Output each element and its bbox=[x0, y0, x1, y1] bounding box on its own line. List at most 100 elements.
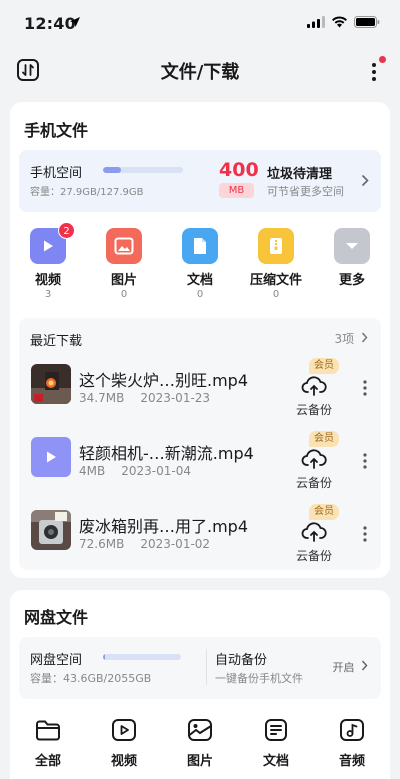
category-video[interactable]: 2 视频 3 bbox=[18, 222, 78, 300]
tab-label: 图片 bbox=[186, 754, 213, 769]
more-vertical-icon[interactable] bbox=[363, 453, 367, 469]
file-date: 2023-01-02 bbox=[140, 537, 211, 551]
list-item[interactable]: 轻颜相机-…新潮流.mp4 4MB 2023-01-04 云备份 会员 bbox=[19, 428, 381, 500]
image-icon bbox=[188, 719, 212, 741]
more-vertical-icon[interactable] bbox=[363, 526, 367, 542]
vip-badge: 会员 bbox=[309, 431, 339, 447]
video-thumbnail bbox=[31, 364, 71, 404]
cloud-upload-icon bbox=[301, 449, 327, 469]
cloud-upload-icon bbox=[301, 522, 327, 542]
chevron-right-icon bbox=[361, 332, 368, 343]
vip-badge: 会员 bbox=[309, 358, 339, 374]
chevron-right-icon bbox=[361, 660, 368, 671]
trash-subtitle: 可节省更多空间 bbox=[267, 185, 344, 198]
list-item[interactable]: 这个柴火炉…别旺.mp4 34.7MB 2023-01-23 云备份 会员 bbox=[19, 355, 381, 427]
phone-files-card: 手机文件 手机空间 容量：27.9GB/127.9GB 400 MB 垃圾待清理… bbox=[10, 102, 390, 578]
bottom-category-tabs: 全部 视频 图片 文档 音频 bbox=[10, 712, 390, 779]
file-size: 34.7MB bbox=[79, 391, 125, 405]
folder-icon bbox=[36, 720, 60, 741]
phone-files-title: 手机文件 bbox=[24, 121, 89, 140]
cloud-storage-fill bbox=[103, 654, 105, 660]
more-icon bbox=[334, 228, 370, 264]
more-vertical-icon[interactable] bbox=[363, 380, 367, 396]
recent-downloads-more[interactable]: 3项 bbox=[335, 330, 368, 347]
cloud-storage-panel: 网盘空间 容量：43.6GB/2055GB 自动备份 一键备份手机文件 开启 bbox=[19, 637, 381, 699]
video-badge: 2 bbox=[58, 222, 75, 239]
phone-storage-capacity: 容量：27.9GB/127.9GB bbox=[30, 187, 144, 198]
file-date: 2023-01-04 bbox=[121, 464, 191, 478]
auto-backup-title: 自动备份 bbox=[215, 653, 268, 668]
tab-label: 视频 bbox=[110, 754, 137, 769]
file-size: 4MB bbox=[79, 464, 106, 478]
category-grid: 2 视频 3 图片 0 文档 0 压缩文件 0 更多 bbox=[10, 222, 390, 304]
enable-auto-backup-button[interactable]: 开启 bbox=[333, 659, 369, 675]
tab-all[interactable]: 全部 bbox=[20, 718, 76, 769]
category-archive[interactable]: 压缩文件 0 bbox=[246, 228, 306, 300]
vip-badge: 会员 bbox=[309, 504, 339, 520]
video-icon: 2 bbox=[30, 222, 75, 264]
phone-storage-fill bbox=[103, 167, 121, 173]
status-bar: 12:40 bbox=[0, 0, 400, 48]
category-name: 压缩文件 bbox=[249, 273, 302, 288]
tab-video[interactable]: 视频 bbox=[96, 718, 152, 769]
phone-storage-bar bbox=[103, 167, 183, 173]
tab-audio[interactable]: 音频 bbox=[324, 718, 380, 769]
page-header: 文件/下载 bbox=[0, 48, 400, 92]
cloud-storage-capacity: 容量：43.6GB/2055GB bbox=[30, 672, 152, 685]
cloud-backup-label: 云备份 bbox=[295, 549, 332, 563]
video-thumbnail bbox=[31, 437, 71, 477]
file-meta: 72.6MB 2023-01-02 bbox=[79, 537, 210, 551]
video-icon bbox=[112, 719, 136, 741]
tab-image[interactable]: 图片 bbox=[172, 718, 228, 769]
category-name: 图片 bbox=[110, 273, 137, 288]
trash-title[interactable]: 垃圾待清理 bbox=[267, 163, 332, 182]
phone-storage-label: 手机空间 bbox=[30, 166, 83, 181]
file-name: 轻颜相机-…新潮流.mp4 bbox=[79, 444, 254, 463]
cloud-storage-bar bbox=[103, 654, 181, 660]
video-thumbnail bbox=[31, 510, 71, 550]
battery-icon bbox=[354, 16, 380, 28]
auto-backup-subtitle: 一键备份手机文件 bbox=[215, 672, 303, 685]
file-size: 72.6MB bbox=[79, 537, 125, 551]
category-name: 文档 bbox=[186, 273, 213, 288]
cellular-signal-icon bbox=[307, 16, 325, 28]
divider bbox=[206, 649, 207, 685]
chevron-right-icon[interactable] bbox=[361, 174, 369, 187]
trash-unit: MB bbox=[219, 183, 254, 198]
category-count: 0 bbox=[272, 289, 280, 300]
cloud-backup-label: 云备份 bbox=[295, 476, 332, 490]
file-name: 废冰箱别再…用了.mp4 bbox=[79, 517, 249, 536]
cloud-disk-title: 网盘文件 bbox=[24, 608, 89, 627]
tab-label: 文档 bbox=[262, 754, 289, 769]
image-icon bbox=[106, 228, 142, 264]
wifi-icon bbox=[332, 16, 347, 28]
recent-downloads-title: 最近下载 bbox=[30, 334, 83, 349]
category-count: 0 bbox=[196, 289, 204, 300]
category-name: 视频 bbox=[34, 273, 61, 288]
category-name: 更多 bbox=[338, 273, 365, 288]
category-document[interactable]: 文档 0 bbox=[170, 228, 230, 300]
archive-icon bbox=[258, 228, 294, 264]
play-icon bbox=[47, 451, 56, 463]
notification-dot bbox=[379, 56, 386, 63]
document-icon bbox=[182, 228, 218, 264]
page-title: 文件/下载 bbox=[160, 62, 240, 83]
file-meta: 34.7MB 2023-01-23 bbox=[79, 391, 210, 405]
music-note-icon bbox=[340, 719, 364, 741]
cloud-storage-label: 网盘空间 bbox=[30, 653, 83, 668]
category-image[interactable]: 图片 0 bbox=[94, 228, 154, 300]
phone-storage-panel[interactable]: 手机空间 容量：27.9GB/127.9GB 400 MB 垃圾待清理 可节省更… bbox=[19, 150, 381, 212]
cloud-upload-icon bbox=[301, 376, 327, 396]
document-icon bbox=[265, 719, 287, 741]
tab-document[interactable]: 文档 bbox=[248, 718, 304, 769]
tab-label: 音频 bbox=[338, 754, 365, 769]
category-more[interactable]: 更多 bbox=[322, 228, 382, 289]
file-date: 2023-01-23 bbox=[140, 391, 211, 405]
category-count: 0 bbox=[120, 289, 128, 300]
file-meta: 4MB 2023-01-04 bbox=[79, 464, 191, 478]
location-arrow-icon bbox=[70, 17, 80, 27]
list-item[interactable]: 废冰箱别再…用了.mp4 72.6MB 2023-01-02 云备份 会员 bbox=[19, 501, 381, 573]
category-count: 3 bbox=[44, 289, 52, 300]
file-name: 这个柴火炉…别旺.mp4 bbox=[79, 371, 249, 390]
tab-label: 全部 bbox=[34, 754, 61, 769]
